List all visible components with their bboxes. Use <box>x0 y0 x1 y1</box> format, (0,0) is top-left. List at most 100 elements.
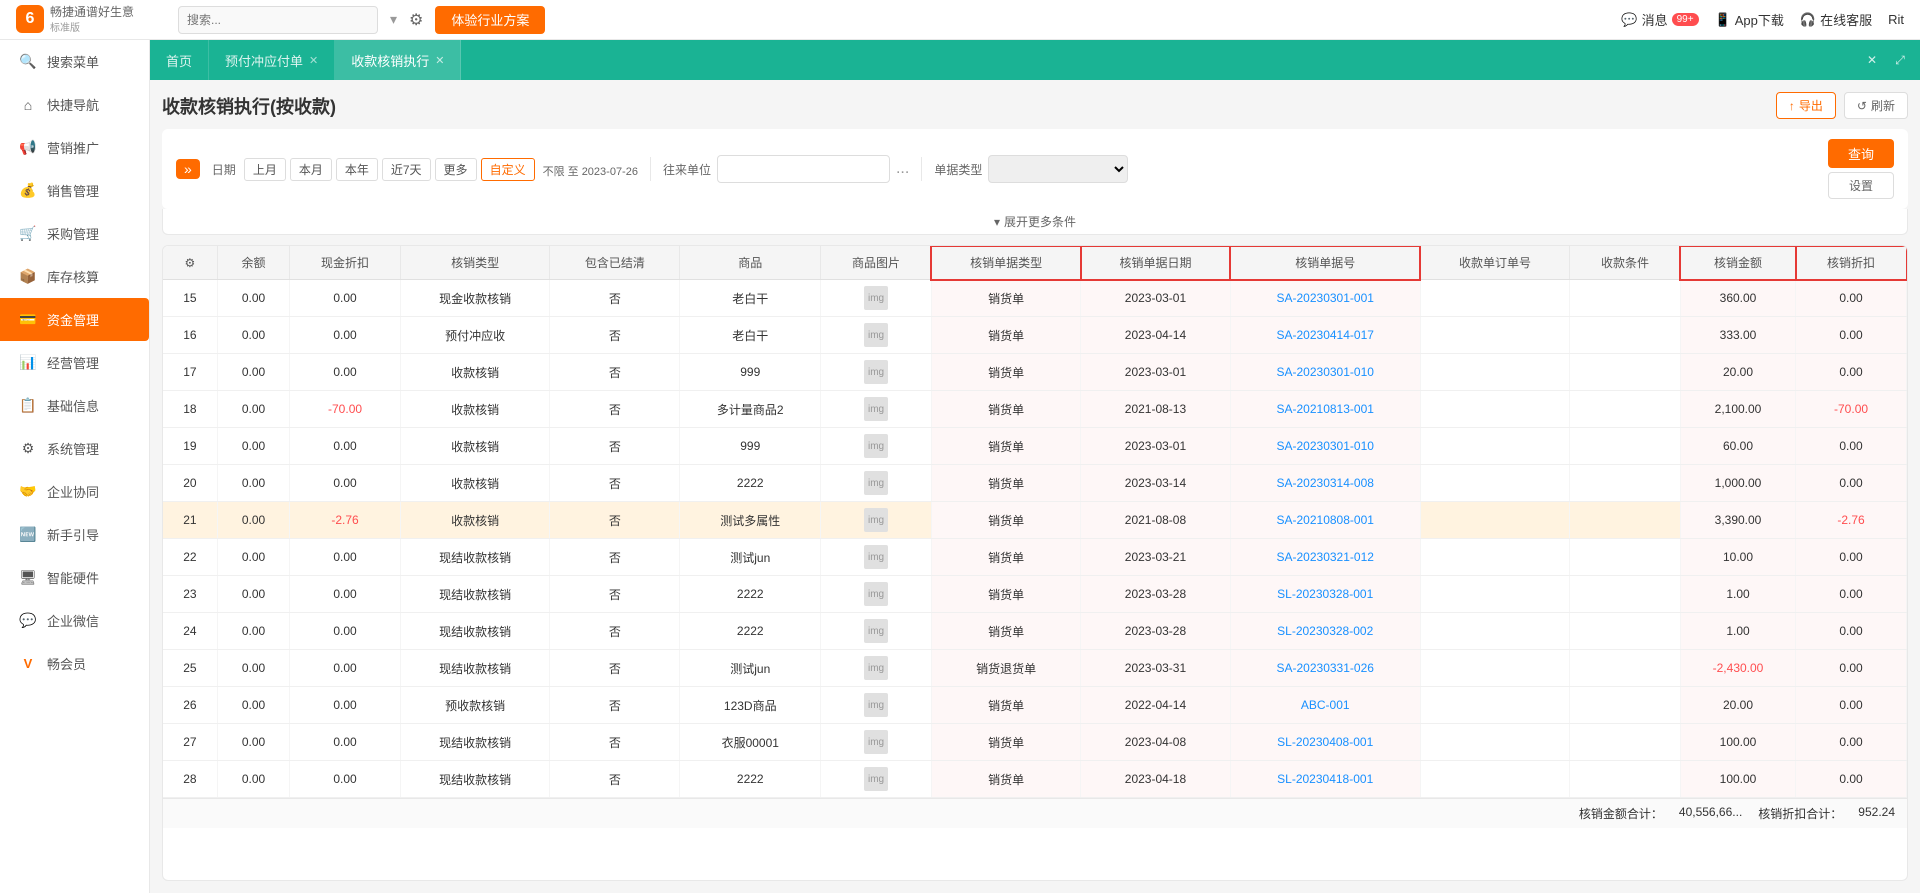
query-button[interactable]: 查询 <box>1828 139 1894 168</box>
cell-writeoff-doc-type: 销货单 <box>931 761 1080 798</box>
cell-goods: 2222 <box>680 465 821 502</box>
sidebar-item-system[interactable]: ⚙ 系统管理 <box>0 427 149 470</box>
nav-expand-btn[interactable]: ⤢ <box>1888 48 1912 72</box>
tab-home[interactable]: 首页 <box>150 40 209 80</box>
cell-goods: 衣服00001 <box>680 724 821 761</box>
cell-writeoff-doc-no[interactable]: SL-20230328-002 <box>1230 613 1420 650</box>
sidebar-item-inventory[interactable]: 📦 库存核算 <box>0 255 149 298</box>
cell-goods: 2222 <box>680 613 821 650</box>
cell-goods-img: img <box>821 391 932 428</box>
nav-close-btn[interactable]: ✕ <box>1860 48 1884 72</box>
search-input[interactable] <box>178 6 378 34</box>
customer-input[interactable] <box>717 155 890 183</box>
cell-writeoff-doc-no[interactable]: SA-20230301-001 <box>1230 280 1420 317</box>
last-month-btn[interactable]: 上月 <box>244 158 286 181</box>
user-avatar[interactable]: Rit <box>1888 12 1904 27</box>
doc-no-link[interactable]: SA-20230301-010 <box>1277 365 1374 379</box>
filter-expand-btn[interactable]: » <box>176 159 200 179</box>
sidebar-item-enterprise[interactable]: 🤝 企业协同 <box>0 470 149 513</box>
cell-receipt-order-no <box>1420 650 1569 687</box>
doc-no-link[interactable]: SA-20230314-008 <box>1277 476 1374 490</box>
doc-no-link[interactable]: SA-20210808-001 <box>1277 513 1374 527</box>
cell-writeoff-doc-no[interactable]: SL-20230418-001 <box>1230 761 1420 798</box>
cell-writeoff-discount: 0.00 <box>1796 687 1907 724</box>
app-download-group[interactable]: 📱 App下载 <box>1715 10 1784 29</box>
doc-no-link[interactable]: SL-20230328-002 <box>1277 624 1373 638</box>
online-support-group[interactable]: 🎧 在线客服 <box>1800 10 1872 29</box>
cell-writeoff-doc-no[interactable]: SL-20230328-001 <box>1230 576 1420 613</box>
doc-no-link[interactable]: SL-20230328-001 <box>1277 587 1373 601</box>
header-actions: ↑ 导出 ↺ 刷新 <box>1776 92 1908 119</box>
cell-writeoff-doc-no[interactable]: ABC-001 <box>1230 687 1420 724</box>
sidebar-item-sales[interactable]: 💰 销售管理 <box>0 169 149 212</box>
settings-icon[interactable]: ⚙ <box>409 10 423 30</box>
page-content: 收款核销执行(按收款) ↑ 导出 ↺ 刷新 » <box>150 80 1920 893</box>
table-row: 24 0.00 0.00 现结收款核销 否 2222 img 销货单 2023-… <box>163 613 1907 650</box>
cell-include-settled: 否 <box>550 539 680 576</box>
sidebar-item-member[interactable]: V 畅会员 <box>0 642 149 685</box>
this-month-btn[interactable]: 本月 <box>290 158 332 181</box>
doc-no-link[interactable]: SL-20230418-001 <box>1277 772 1373 786</box>
doc-no-link[interactable]: SA-20210813-001 <box>1277 402 1374 416</box>
doc-no-link[interactable]: SA-20230414-017 <box>1277 328 1374 342</box>
cell-writeoff-doc-no[interactable]: SA-20210808-001 <box>1230 502 1420 539</box>
tab-prepaid[interactable]: 预付冲应付单 ✕ <box>209 40 335 80</box>
tab-prepaid-close[interactable]: ✕ <box>309 54 318 67</box>
date-filter-label: 日期 <box>212 161 236 178</box>
sidebar: 🔍 搜索菜单 ⌂ 快捷导航 📢 营销推广 💰 销售管理 🛒 采购管理 📦 库存核… <box>0 40 150 893</box>
message-icon-group[interactable]: 💬 消息 99+ <box>1621 10 1698 29</box>
cell-goods-img: img <box>821 724 932 761</box>
refresh-button[interactable]: ↺ 刷新 <box>1844 92 1908 119</box>
sidebar-item-purchase[interactable]: 🛒 采购管理 <box>0 212 149 255</box>
col-settings-header[interactable]: ⚙ <box>163 246 217 280</box>
doc-no-link[interactable]: SL-20230408-001 <box>1277 735 1373 749</box>
sidebar-item-guide[interactable]: 🆕 新手引导 <box>0 513 149 556</box>
dropdown-icon[interactable]: ▾ <box>390 11 397 28</box>
doc-no-link[interactable]: SA-20230301-010 <box>1277 439 1374 453</box>
cell-writeoff-doc-no[interactable]: SA-20230331-026 <box>1230 650 1420 687</box>
cell-writeoff-doc-no[interactable]: SA-20230414-017 <box>1230 317 1420 354</box>
sidebar-item-operations[interactable]: 📊 经营管理 <box>0 341 149 384</box>
tab-writeoff-close[interactable]: ✕ <box>435 54 444 67</box>
refresh-label: 刷新 <box>1871 97 1895 114</box>
export-button[interactable]: ↑ 导出 <box>1776 92 1836 119</box>
cell-writeoff-doc-no[interactable]: SA-20230321-012 <box>1230 539 1420 576</box>
industry-btn[interactable]: 体验行业方案 <box>435 6 545 34</box>
cell-cash-discount: 0.00 <box>290 687 401 724</box>
filter-bar: » 日期 上月 本月 本年 近7天 更多 自定义 不限 至 2023-07-26 <box>162 129 1908 209</box>
tab-writeoff[interactable]: 收款核销执行 ✕ <box>335 40 461 80</box>
cell-writeoff-doc-no[interactable]: SA-20210813-001 <box>1230 391 1420 428</box>
message-label: 消息 <box>1642 10 1668 29</box>
cell-receipt-condition <box>1570 428 1681 465</box>
customer-dots[interactable]: ... <box>896 160 909 178</box>
filter-settings-button[interactable]: 设置 <box>1828 172 1894 199</box>
cell-writeoff-discount: 0.00 <box>1796 428 1907 465</box>
cell-writeoff-doc-no[interactable]: SL-20230408-001 <box>1230 724 1420 761</box>
sidebar-item-quick-nav[interactable]: ⌂ 快捷导航 <box>0 83 149 126</box>
sidebar-item-smart-hw[interactable]: 🖥 智能硬件 <box>0 556 149 599</box>
doc-no-link[interactable]: SA-20230301-001 <box>1277 291 1374 305</box>
cell-cash-discount: 0.00 <box>290 613 401 650</box>
cell-writeoff-doc-no[interactable]: SA-20230301-010 <box>1230 354 1420 391</box>
cell-writeoff-doc-no[interactable]: SA-20230314-008 <box>1230 465 1420 502</box>
expand-more-btn[interactable]: ▾ 展开更多条件 <box>994 213 1076 230</box>
sidebar-item-label: 库存核算 <box>47 267 99 286</box>
sidebar-item-base-info[interactable]: 📋 基础信息 <box>0 384 149 427</box>
doc-no-link[interactable]: SA-20230321-012 <box>1277 550 1374 564</box>
more-btn[interactable]: 更多 <box>435 158 477 181</box>
sidebar-item-wechat[interactable]: 💬 企业微信 <box>0 599 149 642</box>
sidebar-item-search-menu[interactable]: 🔍 搜索菜单 <box>0 40 149 83</box>
cell-writeoff-doc-no[interactable]: SA-20230301-010 <box>1230 428 1420 465</box>
doc-no-link[interactable]: ABC-001 <box>1301 698 1350 712</box>
doc-no-link[interactable]: SA-20230331-026 <box>1277 661 1374 675</box>
sidebar-item-marketing[interactable]: 📢 营销推广 <box>0 126 149 169</box>
date-range-display: 不限 至 2023-07-26 <box>543 163 638 179</box>
cell-receipt-condition <box>1570 539 1681 576</box>
sidebar-item-finance[interactable]: 💳 资金管理 <box>0 298 149 341</box>
this-year-btn[interactable]: 本年 <box>336 158 378 181</box>
doc-type-select[interactable] <box>988 155 1128 183</box>
custom-btn[interactable]: 自定义 <box>481 158 535 181</box>
table-row: 28 0.00 0.00 现结收款核销 否 2222 img 销货单 2023-… <box>163 761 1907 798</box>
last7days-btn[interactable]: 近7天 <box>382 158 431 181</box>
message-icon: 💬 <box>1621 12 1637 28</box>
